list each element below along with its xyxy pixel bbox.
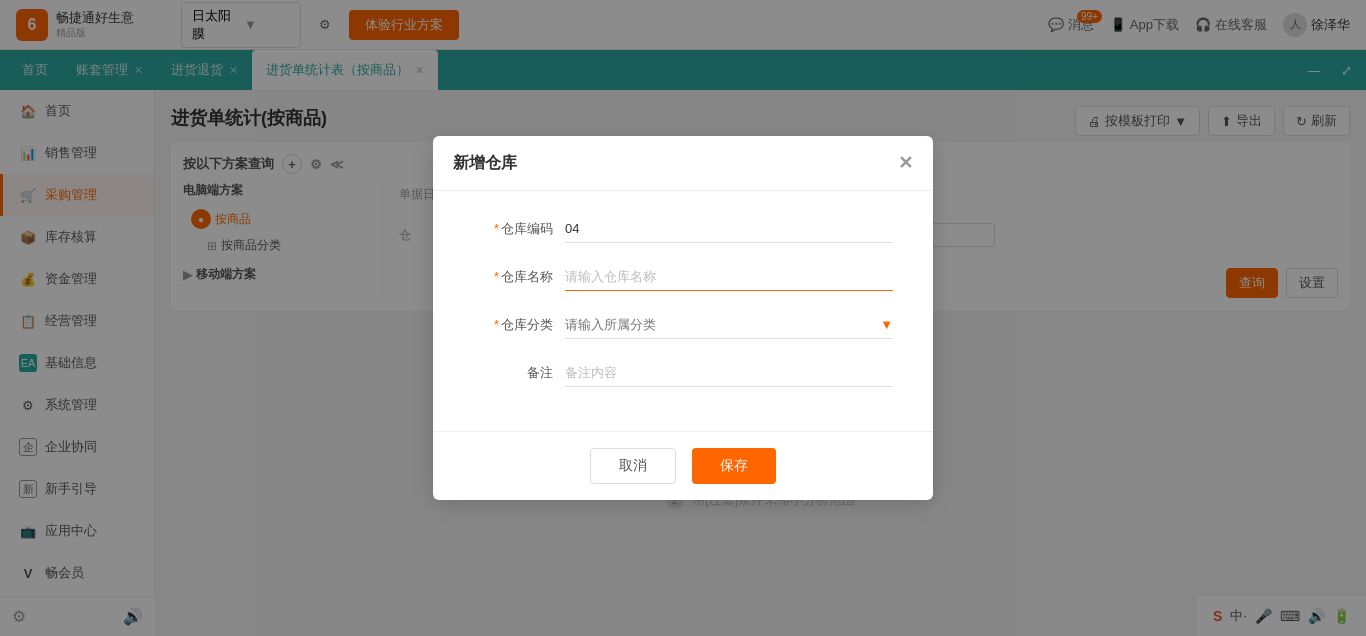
dropdown-arrow-icon: ▼ bbox=[880, 317, 893, 332]
dialog-close-button[interactable]: ✕ bbox=[898, 152, 913, 174]
code-label: *仓库编码 bbox=[473, 220, 553, 238]
new-warehouse-dialog: 新增仓库 ✕ *仓库编码 *仓库名称 *仓库分类 ▼ 备注 bbox=[433, 136, 933, 500]
dialog-title: 新增仓库 bbox=[453, 153, 517, 174]
form-row-category: *仓库分类 ▼ bbox=[473, 311, 893, 339]
category-input[interactable] bbox=[565, 317, 880, 332]
note-label: 备注 bbox=[473, 364, 553, 382]
save-button[interactable]: 保存 bbox=[692, 448, 776, 484]
cancel-button[interactable]: 取消 bbox=[590, 448, 676, 484]
dialog-header: 新增仓库 ✕ bbox=[433, 136, 933, 191]
form-row-name: *仓库名称 bbox=[473, 263, 893, 291]
dialog-body: *仓库编码 *仓库名称 *仓库分类 ▼ 备注 bbox=[433, 191, 933, 431]
warehouse-code-input[interactable] bbox=[565, 215, 893, 243]
form-row-code: *仓库编码 bbox=[473, 215, 893, 243]
warehouse-name-input[interactable] bbox=[565, 263, 893, 291]
category-label: *仓库分类 bbox=[473, 316, 553, 334]
category-select-wrap: ▼ bbox=[565, 311, 893, 339]
name-label: *仓库名称 bbox=[473, 268, 553, 286]
note-input[interactable] bbox=[565, 359, 893, 387]
form-row-note: 备注 bbox=[473, 359, 893, 387]
dialog-footer: 取消 保存 bbox=[433, 431, 933, 500]
